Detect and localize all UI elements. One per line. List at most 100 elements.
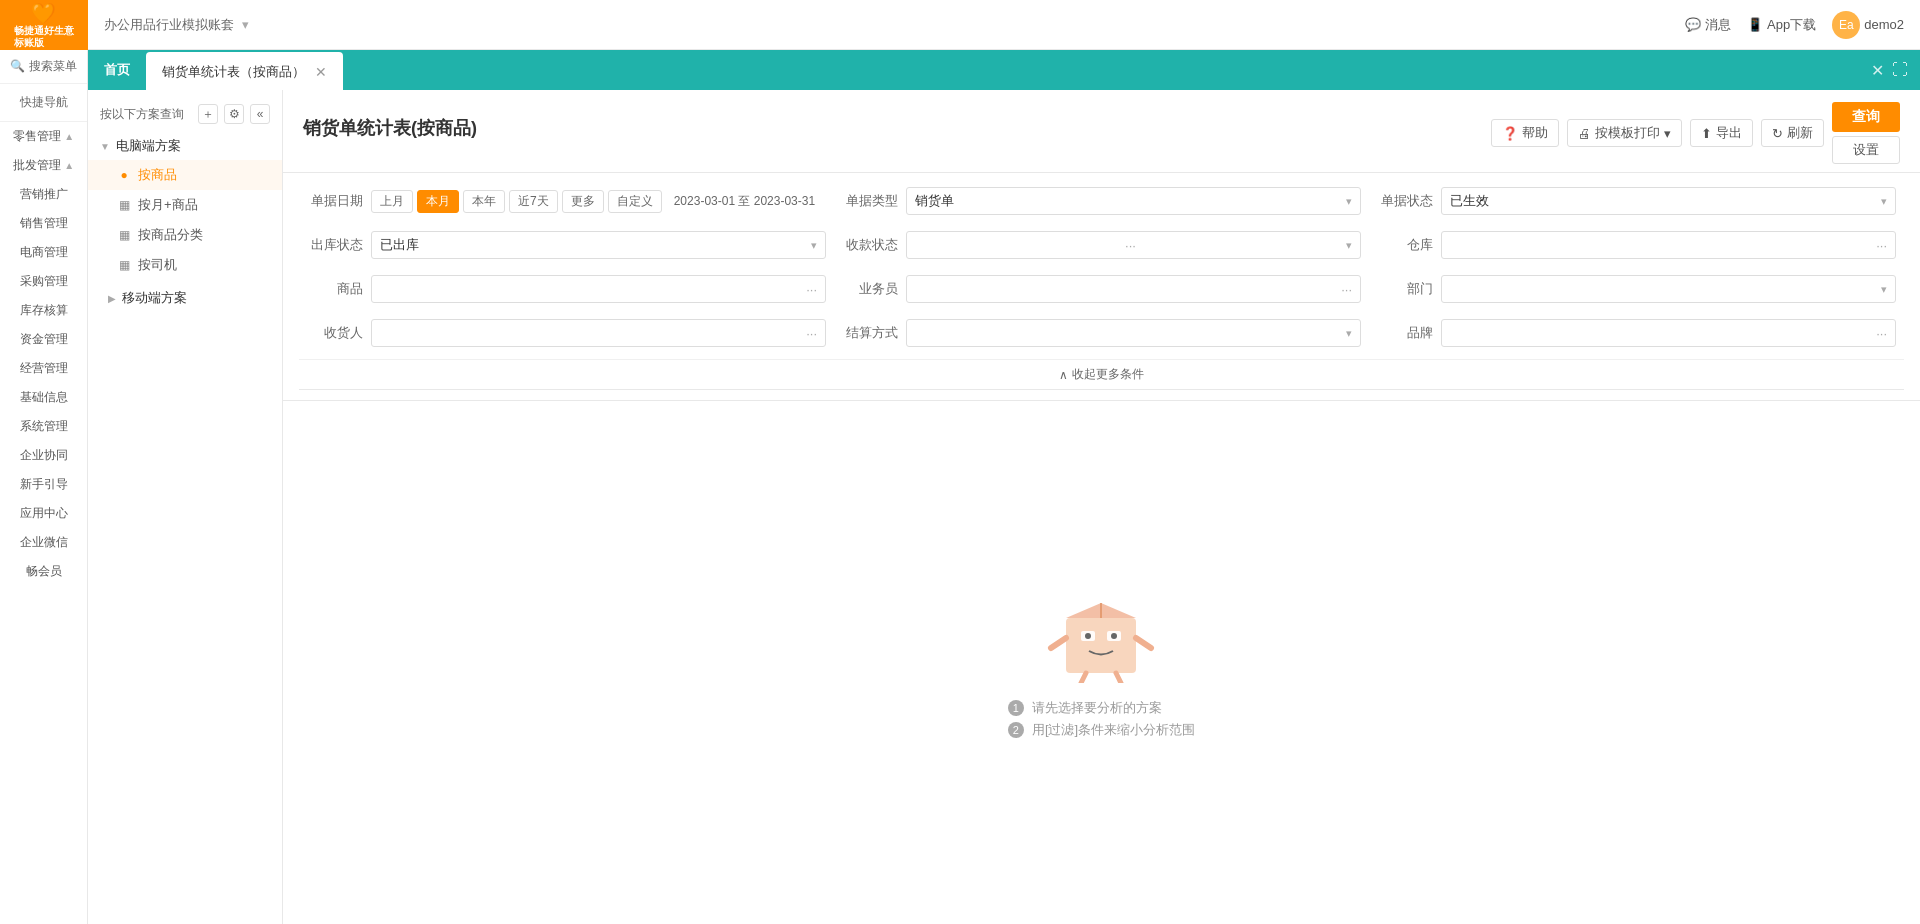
dept-select[interactable]: ▾ — [1441, 275, 1896, 303]
bill-status-chevron: ▾ — [1881, 195, 1887, 208]
sidebar-item-member[interactable]: 畅会员 — [0, 557, 87, 586]
sidebar-item-wechat[interactable]: 企业微信 — [0, 528, 87, 557]
date-this-month[interactable]: 本月 — [417, 190, 459, 213]
payment-status-select[interactable]: ··· ▾ — [906, 231, 1361, 259]
print-btn[interactable]: 🖨 按模板打印 ▾ — [1567, 119, 1682, 147]
refresh-btn[interactable]: ↻ 刷新 — [1761, 119, 1824, 147]
by-cashier-label: 按司机 — [138, 256, 177, 274]
svg-line-9 — [1116, 673, 1121, 683]
svg-line-8 — [1081, 673, 1086, 683]
salesperson-select[interactable]: ··· — [906, 275, 1361, 303]
message-icon: 💬 — [1685, 17, 1701, 32]
setting-btn[interactable]: 设置 — [1832, 136, 1900, 164]
sidebar-item-newbie[interactable]: 新手引导 — [0, 470, 87, 499]
sidebar-item-marketing[interactable]: 营销推广 — [0, 180, 87, 209]
collapse-bar[interactable]: ∧ 收起更多条件 — [299, 359, 1904, 390]
print-arrow-icon: ▾ — [1664, 126, 1671, 141]
brand-select[interactable]: ··· — [1441, 319, 1896, 347]
message-btn[interactable]: 💬 消息 — [1685, 16, 1731, 34]
add-scheme-btn[interactable]: ＋ — [198, 104, 218, 124]
app-download-btn[interactable]: 📱 App下载 — [1747, 16, 1816, 34]
collapse-panel-btn[interactable]: « — [250, 104, 270, 124]
sidebar-item-retail[interactable]: 零售管理 ▲ — [0, 122, 87, 151]
tab-home-label: 首页 — [104, 61, 130, 79]
empty-tip-1: 1 请先选择要分析的方案 — [1008, 699, 1195, 717]
date-7days[interactable]: 近7天 — [509, 190, 558, 213]
svg-line-7 — [1136, 638, 1151, 648]
date-this-year[interactable]: 本年 — [463, 190, 505, 213]
search-menu-btn[interactable]: 🔍 搜索菜单 — [0, 58, 87, 75]
tab-home[interactable]: 首页 — [88, 50, 146, 90]
sidebar-item-enterprise[interactable]: 企业协同 — [0, 441, 87, 470]
date-last-month[interactable]: 上月 — [371, 190, 413, 213]
desktop-section-title[interactable]: ▼ 电脑端方案 — [88, 132, 282, 160]
warehouse-label: 仓库 — [1377, 236, 1433, 254]
filter-stock-status: 出库状态 已出库 ▾ — [299, 227, 834, 263]
settlement-label: 结算方式 — [842, 324, 898, 342]
settlement-select[interactable]: ▾ — [906, 319, 1361, 347]
desktop-section-label: 电脑端方案 — [116, 137, 181, 155]
sidebar-item-finance[interactable]: 资金管理 — [0, 325, 87, 354]
maximize-window-btn[interactable]: ⛶ — [1892, 61, 1908, 79]
svg-line-6 — [1051, 638, 1066, 648]
filter-salesperson: 业务员 ··· — [834, 271, 1369, 307]
recipient-label: 收货人 — [307, 324, 363, 342]
stock-status-label: 出库状态 — [307, 236, 363, 254]
collapse-icon: ∧ — [1059, 368, 1068, 382]
export-btn[interactable]: ⬆ 导出 — [1690, 119, 1753, 147]
date-more[interactable]: 更多 — [562, 190, 604, 213]
sidebar-item-purchase[interactable]: 采购管理 — [0, 267, 87, 296]
stock-status-select[interactable]: 已出库 ▾ — [371, 231, 826, 259]
scheme-by-product[interactable]: ● 按商品 — [88, 160, 282, 190]
industry-dropdown-icon[interactable]: ▾ — [242, 17, 249, 32]
tab-sales-stat[interactable]: 销货单统计表（按商品） ✕ — [146, 52, 343, 92]
sidebar-item-wholesale[interactable]: 批发管理 ▲ — [0, 151, 87, 180]
sidebar-item-sales[interactable]: 销售管理 — [0, 209, 87, 238]
topbar-right: 💬 消息 📱 App下载 Ea demo2 — [1685, 11, 1904, 39]
bill-status-select[interactable]: 已生效 ▾ — [1441, 187, 1896, 215]
mobile-section: ▶ 移动端方案 — [88, 282, 282, 314]
sidebar-item-appstore[interactable]: 应用中心 — [0, 499, 87, 528]
filter-bill-type: 单据类型 销货单 ▾ — [834, 183, 1369, 219]
mobile-section-title[interactable]: ▶ 移动端方案 — [88, 284, 282, 312]
salesperson-dots: ··· — [1341, 282, 1352, 297]
filter-dept: 部门 ▾ — [1369, 271, 1904, 307]
edit-scheme-btn[interactable]: ⚙ — [224, 104, 244, 124]
page-header: 销货单统计表(按商品) ❓ 帮助 🖨 按模板打印 ▾ ⬆ 导出 — [283, 90, 1920, 173]
sidebar-item-ecommerce[interactable]: 电商管理 — [0, 238, 87, 267]
product-dots: ··· — [806, 282, 817, 297]
sidebar-item-system[interactable]: 系统管理 — [0, 412, 87, 441]
sidebar-item-inventory[interactable]: 库存核算 — [0, 296, 87, 325]
sidebar-item-operation[interactable]: 经营管理 — [0, 354, 87, 383]
query-btn[interactable]: 查询 — [1832, 102, 1900, 132]
date-pills: 上月 本月 本年 近7天 更多 自定义 — [371, 190, 662, 213]
filter-section: 单据日期 上月 本月 本年 近7天 更多 自定义 2023-03-01 至 20… — [283, 173, 1920, 401]
empty-text: 1 请先选择要分析的方案 2 用[过滤]条件来缩小分析范围 — [1008, 699, 1195, 743]
tip1-num: 1 — [1008, 700, 1024, 716]
mobile-section-label: 移动端方案 — [122, 289, 187, 307]
bill-status-label: 单据状态 — [1377, 192, 1433, 210]
scheme-by-category[interactable]: ▦ 按商品分类 — [88, 220, 282, 250]
date-label: 单据日期 — [307, 192, 363, 210]
product-select[interactable]: ··· — [371, 275, 826, 303]
scheme-by-cashier[interactable]: ▦ 按司机 — [88, 250, 282, 280]
date-custom[interactable]: 自定义 — [608, 190, 662, 213]
sidebar-search[interactable]: 🔍 搜索菜单 — [0, 50, 87, 84]
close-window-btn[interactable]: ✕ — [1871, 61, 1884, 80]
logo-text: 畅捷通好生意 标账版 — [14, 25, 74, 49]
quick-nav-label[interactable]: 快捷导航 — [0, 88, 87, 117]
help-btn[interactable]: ❓ 帮助 — [1491, 119, 1559, 147]
payment-dots: ··· — [1125, 238, 1136, 253]
warehouse-select[interactable]: ··· — [1441, 231, 1896, 259]
scheme-by-month-product[interactable]: ▦ 按月+商品 — [88, 190, 282, 220]
dept-label: 部门 — [1377, 280, 1433, 298]
recipient-select[interactable]: ··· — [371, 319, 826, 347]
left-panel-title: 按以下方案查询 — [100, 106, 184, 123]
filter-recipient: 收货人 ··· — [299, 315, 834, 351]
user-profile[interactable]: Ea demo2 — [1832, 11, 1904, 39]
tab-sales-stat-label: 销货单统计表（按商品） — [162, 63, 305, 81]
bill-type-select[interactable]: 销货单 ▾ — [906, 187, 1361, 215]
sidebar-item-basic[interactable]: 基础信息 — [0, 383, 87, 412]
by-month-label: 按月+商品 — [138, 196, 198, 214]
tab-close-icon[interactable]: ✕ — [315, 64, 327, 80]
